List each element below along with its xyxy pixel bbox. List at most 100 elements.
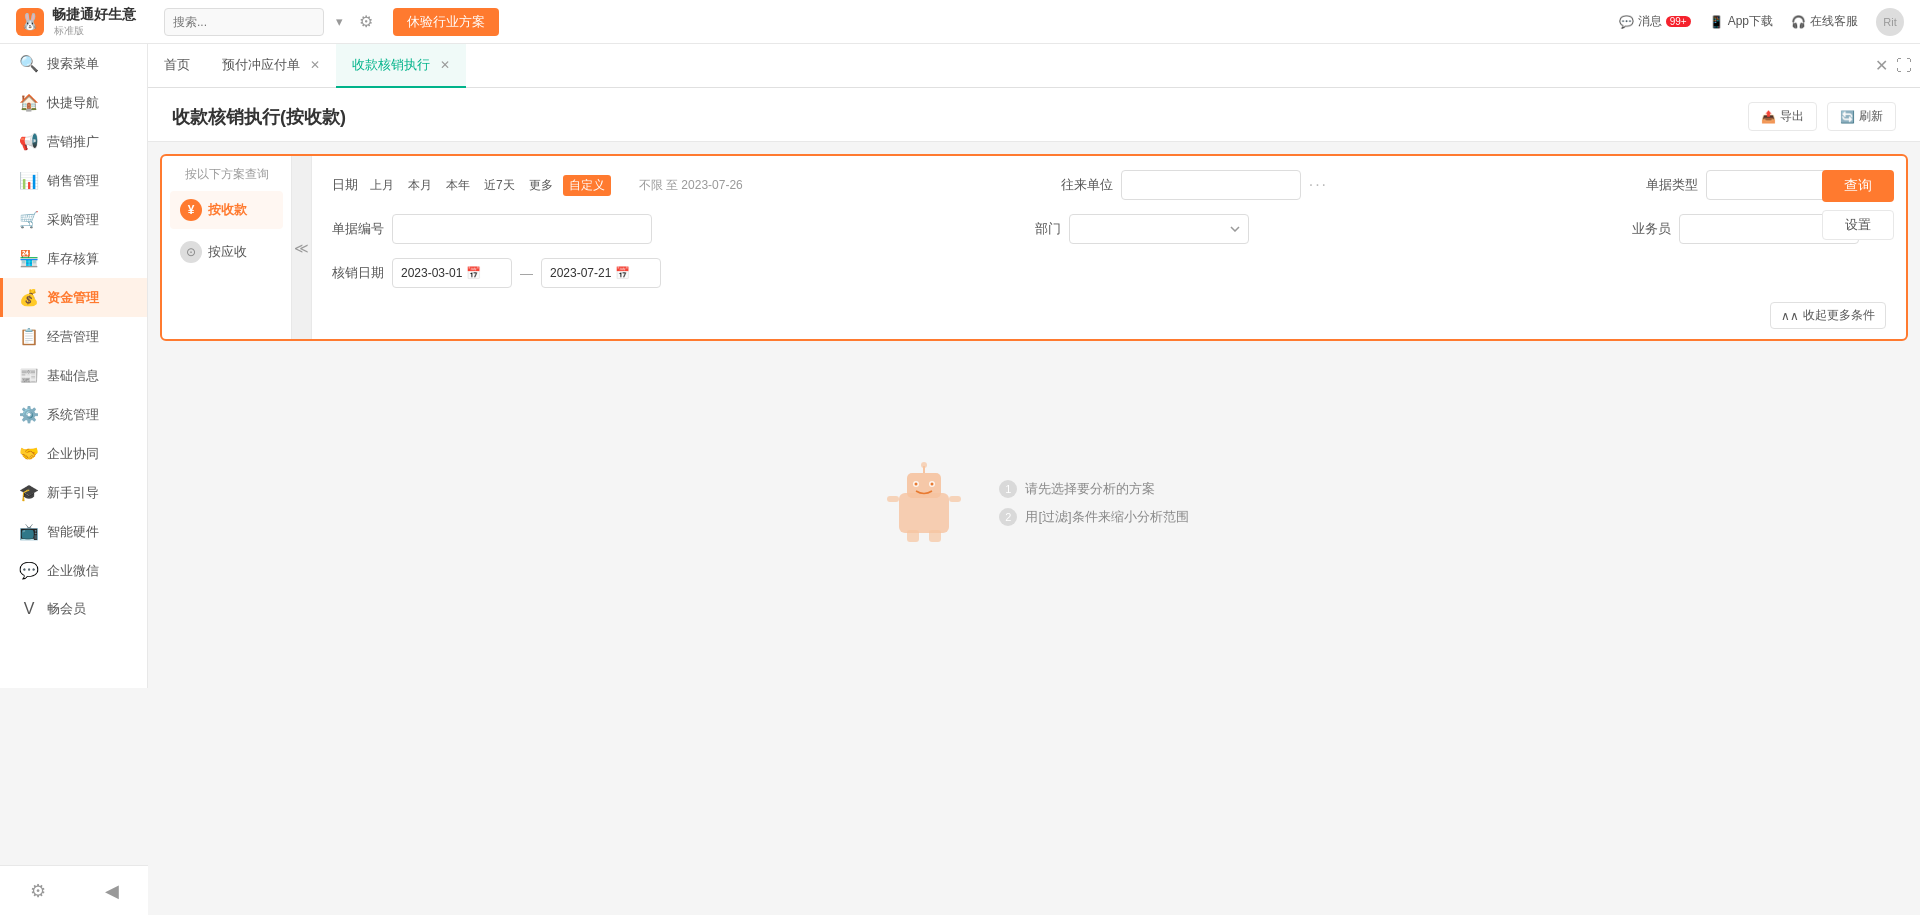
app-download-btn[interactable]: 📱 App下载 (1709, 13, 1773, 30)
settings-bottom-icon[interactable]: ⚙ (30, 880, 46, 902)
sidebar-label-system: 系统管理 (47, 406, 99, 424)
sidebar-item-guide[interactable]: 🎓 新手引导 (0, 473, 147, 512)
filter-settings-button[interactable]: 设置 (1822, 210, 1894, 240)
sidebar-item-basic[interactable]: 📰 基础信息 (0, 356, 147, 395)
sidebar-item-purchase[interactable]: 🛒 采购管理 (0, 200, 147, 239)
app-logo: 🐰 (16, 8, 44, 36)
date-unlimit: 不限 至 2023-07-26 (639, 177, 743, 194)
date-this-year[interactable]: 本年 (442, 175, 474, 196)
partner-input[interactable] (1121, 170, 1301, 200)
marketing-icon: 📢 (19, 132, 39, 151)
date-custom[interactable]: 自定义 (563, 175, 611, 196)
collapse-more-button[interactable]: ∧∧ 收起更多条件 (1770, 302, 1886, 329)
gear-icon[interactable]: ⚙ (359, 12, 373, 31)
docno-input[interactable] (392, 214, 652, 244)
message-icon: 💬 (1619, 15, 1634, 29)
export-button[interactable]: 📤 导出 (1748, 102, 1817, 131)
svg-rect-10 (907, 530, 919, 542)
filter-row-1: 日期 上月 本月 本年 近7天 更多 自定义 不限 至 2 (332, 170, 1886, 200)
calendar-start-icon[interactable]: 📅 (466, 266, 481, 280)
offset-date-start-input[interactable]: 2023-03-01 📅 (392, 258, 512, 288)
online-service-btn[interactable]: 🎧 在线客服 (1791, 13, 1858, 30)
close-receipt-tab-icon[interactable]: ✕ (440, 58, 450, 72)
sidebar-label-wecom: 企业微信 (47, 562, 99, 580)
sidebar-item-wecom[interactable]: 💬 企业微信 (0, 551, 147, 590)
sidebar-label-hardware: 智能硬件 (47, 523, 99, 541)
sidebar-item-marketing[interactable]: 📢 营销推广 (0, 122, 147, 161)
empty-hint-2: 2 用[过滤]条件来缩小分析范围 (999, 508, 1188, 526)
user-menu[interactable]: Rit (1876, 8, 1904, 36)
date-7days[interactable]: 近7天 (480, 175, 519, 196)
date-this-month[interactable]: 本月 (404, 175, 436, 196)
empty-hint-text: 1 请先选择要分析的方案 2 用[过滤]条件来缩小分析范围 (999, 480, 1188, 526)
brand-block: 畅捷通好生意 标准版 (52, 6, 136, 38)
sidebar-label-guide: 新手引导 (47, 484, 99, 502)
date-range: 2023-03-01 📅 — 2023-07-21 📅 (392, 258, 661, 288)
expand-window-icon[interactable]: ⛶ (1896, 57, 1912, 75)
top-search-input[interactable] (164, 8, 324, 36)
svg-point-7 (921, 462, 927, 468)
sidebar-label-purchase: 采购管理 (47, 211, 99, 229)
refresh-button[interactable]: 🔄 刷新 (1827, 102, 1896, 131)
collapse-filter-btn[interactable]: ≪ (292, 156, 312, 339)
dept-field: 部门 (1035, 214, 1249, 244)
sidebar-item-inventory[interactable]: 🏪 库存核算 (0, 239, 147, 278)
sidebar-item-member[interactable]: V 畅会员 (0, 590, 147, 628)
operations-icon: 📋 (19, 327, 39, 346)
sidebar-item-system[interactable]: ⚙️ 系统管理 (0, 395, 147, 434)
sidebar-label-inventory: 库存核算 (47, 250, 99, 268)
sidebar-item-collab[interactable]: 🤝 企业协同 (0, 434, 147, 473)
query-button[interactable]: 查询 (1822, 170, 1894, 202)
partner-field: 往来单位 ··· (1061, 170, 1328, 200)
hint-circle-1: 1 (999, 480, 1017, 498)
sidebar-item-sales[interactable]: 📊 销售管理 (0, 161, 147, 200)
sidebar-item-hardware[interactable]: 📺 智能硬件 (0, 512, 147, 551)
solution-button[interactable]: 休验行业方案 (393, 8, 499, 36)
sidebar-label-operations: 经营管理 (47, 328, 99, 346)
svg-rect-8 (887, 496, 899, 502)
tab-receipt-offset[interactable]: 收款核销执行 ✕ (336, 44, 466, 88)
filter-method-by-receipt[interactable]: ¥ 按收款 (170, 191, 283, 229)
partner-dots[interactable]: ··· (1309, 176, 1328, 194)
sidebar-item-search[interactable]: 🔍 搜索菜单 (0, 44, 147, 83)
hint-text-1: 请先选择要分析的方案 (1025, 480, 1155, 498)
receipt-method-label: 按收款 (208, 201, 247, 219)
hint-circle-2: 2 (999, 508, 1017, 526)
headset-icon: 🎧 (1791, 15, 1806, 29)
top-bar: 🐰 畅捷通好生意 标准版 ▾ ⚙ 休验行业方案 💬 消息 99+ 📱 App下载… (0, 0, 1920, 44)
close-window-icon[interactable]: ✕ (1875, 56, 1888, 75)
sidebar-label-sales: 销售管理 (47, 172, 99, 190)
date-last-month[interactable]: 上月 (366, 175, 398, 196)
sidebar-item-operations[interactable]: 📋 经营管理 (0, 317, 147, 356)
svg-point-4 (915, 483, 918, 486)
sidebar-item-fund[interactable]: 💰 资金管理 (0, 278, 147, 317)
page-header: 收款核销执行(按收款) 📤 导出 🔄 刷新 (148, 88, 1920, 142)
dept-select[interactable] (1069, 214, 1249, 244)
content-area: 首页 预付冲应付单 ✕ 收款核销执行 ✕ ✕ ⛶ 收款核销执行(按收款) (148, 44, 1920, 915)
edition-label: 标准版 (54, 24, 136, 38)
collapse-icon: ≪ (294, 240, 309, 256)
search-icon: 🔍 (19, 54, 39, 73)
export-icon: 📤 (1761, 110, 1776, 124)
collapse-more-row: ∧∧ 收起更多条件 (332, 302, 1886, 329)
hardware-icon: 📺 (19, 522, 39, 541)
close-prepay-tab-icon[interactable]: ✕ (310, 58, 320, 72)
calendar-end-icon[interactable]: 📅 (615, 266, 630, 280)
user-display: Rit (1883, 16, 1896, 28)
filter-method-by-receivable[interactable]: ⊙ 按应收 (170, 233, 283, 271)
offset-date-field: 核销日期 2023-03-01 📅 — 2023-07-21 (332, 258, 661, 288)
tab-home[interactable]: 首页 (148, 44, 206, 88)
collapse-sidebar-icon[interactable]: ◀ (105, 880, 119, 902)
sidebar-item-quicknav[interactable]: 🏠 快捷导航 (0, 83, 147, 122)
inventory-icon: 🏪 (19, 249, 39, 268)
message-btn[interactable]: 💬 消息 99+ (1619, 13, 1691, 30)
offset-date-end-input[interactable]: 2023-07-21 📅 (541, 258, 661, 288)
brand-name: 畅捷通好生意 (52, 6, 136, 24)
date-more[interactable]: 更多 (525, 175, 557, 196)
chevron-down-icon[interactable]: ▾ (336, 14, 343, 29)
empty-state: 1 请先选择要分析的方案 2 用[过滤]条件来缩小分析范围 (148, 353, 1920, 653)
date-links: 上月 本月 本年 近7天 更多 自定义 (366, 175, 611, 196)
main-layout: 🔍 搜索菜单 🏠 快捷导航 📢 营销推广 📊 销售管理 🛒 采购管理 🏪 (0, 44, 1920, 915)
tab-prepay-offset[interactable]: 预付冲应付单 ✕ (206, 44, 336, 88)
svg-rect-0 (899, 493, 949, 533)
